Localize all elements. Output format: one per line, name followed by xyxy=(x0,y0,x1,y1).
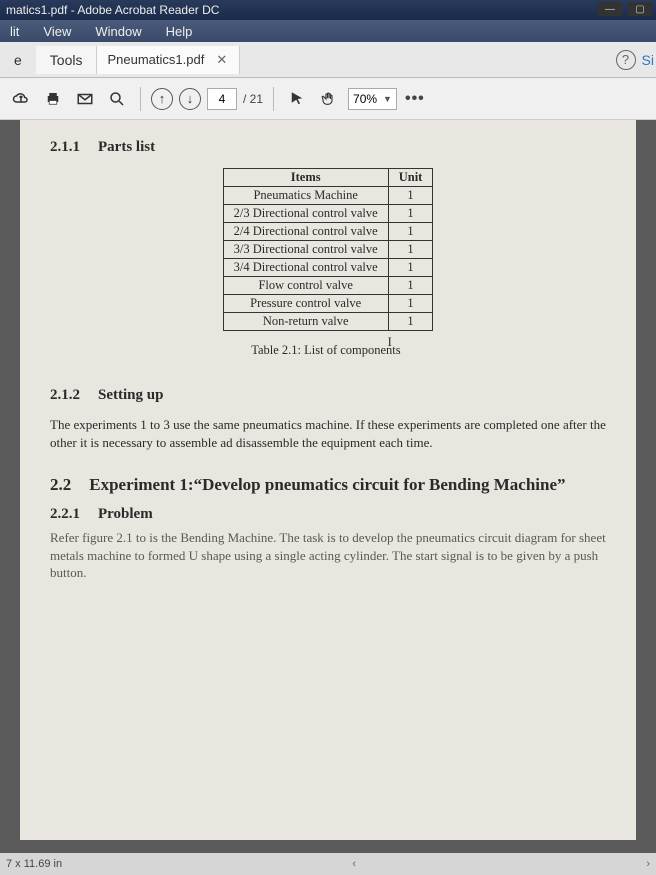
section-number: 2.2.1 xyxy=(50,506,80,522)
help-icon[interactable]: ? xyxy=(616,50,636,70)
maximize-button[interactable]: ▢ xyxy=(628,2,652,16)
close-icon[interactable]: ✕ xyxy=(214,52,229,68)
menu-window[interactable]: Window xyxy=(89,22,147,41)
col-items: Items xyxy=(223,169,388,187)
col-unit: Unit xyxy=(388,169,433,187)
window-controls: — ▢ xyxy=(598,2,652,16)
menubar: lit View Window Help xyxy=(0,20,656,42)
table-row: Flow control valve1 xyxy=(223,277,433,295)
minimize-button[interactable]: — xyxy=(598,2,622,16)
window-title: matics1.pdf - Adobe Acrobat Reader DC xyxy=(6,3,219,17)
email-icon[interactable] xyxy=(72,86,98,112)
section-2-1-2-heading: 2.1.2 Setting up xyxy=(50,386,606,404)
parts-list-table: Items Unit Pneumatics Machine1 2/3 Direc… xyxy=(223,168,434,331)
page-content: 2.1.1 Parts list Items Unit Pneumatics M… xyxy=(20,120,636,840)
section-2-1-1-heading: 2.1.1 Parts list xyxy=(50,138,606,156)
problem-paragraph: Refer figure 2.1 to is the Bending Machi… xyxy=(50,529,606,582)
hand-pan-icon[interactable] xyxy=(316,86,342,112)
page-number-input[interactable] xyxy=(207,88,237,110)
selection-cursor-icon[interactable] xyxy=(284,86,310,112)
page-up-button[interactable]: ↑ xyxy=(151,88,173,110)
separator xyxy=(273,87,274,111)
menu-edit[interactable]: lit xyxy=(4,22,25,41)
document-viewport[interactable]: 2.1.1 Parts list Items Unit Pneumatics M… xyxy=(0,120,656,875)
menu-view[interactable]: View xyxy=(37,22,77,41)
section-title: Problem xyxy=(98,506,153,522)
section-title: Setting up xyxy=(98,387,163,403)
table-row: 2/4 Directional control valve1 xyxy=(223,223,433,241)
more-tools-button[interactable]: ••• xyxy=(403,90,427,108)
page-dimensions: 7 x 11.69 in xyxy=(6,858,62,870)
page-total-label: / 21 xyxy=(243,92,263,106)
thumb-nav-right[interactable]: › xyxy=(646,858,650,870)
table-row: Pressure control valve1 xyxy=(223,295,433,313)
zoom-dropdown[interactable]: 70% ▼ xyxy=(348,88,397,110)
signin-link[interactable]: Si xyxy=(642,52,656,68)
zoom-value: 70% xyxy=(353,92,377,106)
window-titlebar: matics1.pdf - Adobe Acrobat Reader DC — … xyxy=(0,0,656,20)
document-tab[interactable]: Pneumatics1.pdf ✕ xyxy=(97,46,240,74)
section-number: 2.2 xyxy=(50,475,71,494)
table-row: 3/3 Directional control valve1 xyxy=(223,241,433,259)
section-number: 2.1.1 xyxy=(50,139,80,155)
statusbar: 7 x 11.69 in ‹ › xyxy=(0,853,656,875)
table-row: 3/4 Directional control valve1 xyxy=(223,259,433,277)
table-row: Non-return valve1 xyxy=(223,313,433,331)
section-2-2-1-heading: 2.2.1 Problem xyxy=(50,505,606,523)
separator xyxy=(140,87,141,111)
section-title: Parts list xyxy=(98,139,155,155)
save-cloud-icon[interactable] xyxy=(8,86,34,112)
setting-up-paragraph: The experiments 1 to 3 use the same pneu… xyxy=(50,416,606,451)
page-down-button[interactable]: ↓ xyxy=(179,88,201,110)
print-icon[interactable] xyxy=(40,86,66,112)
text-cursor-icon: I xyxy=(388,335,392,350)
section-2-2-heading: 2.2 Experiment 1:“Develop pneumatics cir… xyxy=(50,475,606,495)
chevron-down-icon: ▼ xyxy=(383,94,392,104)
menu-help[interactable]: Help xyxy=(160,22,199,41)
search-icon[interactable] xyxy=(104,86,130,112)
toolbar: ↑ ↓ / 21 70% ▼ ••• xyxy=(0,78,656,120)
table-row: Pneumatics Machine1 xyxy=(223,187,433,205)
tabbar: e Tools Pneumatics1.pdf ✕ ? Si xyxy=(0,42,656,78)
table-row: 2/3 Directional control valve1 xyxy=(223,205,433,223)
section-title: Experiment 1:“Develop pneumatics circuit… xyxy=(89,475,565,494)
tab-label: Pneumatics1.pdf xyxy=(107,52,204,67)
table-caption: Table 2.1: List of componentsI xyxy=(50,343,606,358)
home-button[interactable]: e xyxy=(0,52,36,68)
section-number: 2.1.2 xyxy=(50,387,80,403)
tools-button[interactable]: Tools xyxy=(36,46,98,74)
thumb-nav-left[interactable]: ‹ xyxy=(352,858,356,870)
